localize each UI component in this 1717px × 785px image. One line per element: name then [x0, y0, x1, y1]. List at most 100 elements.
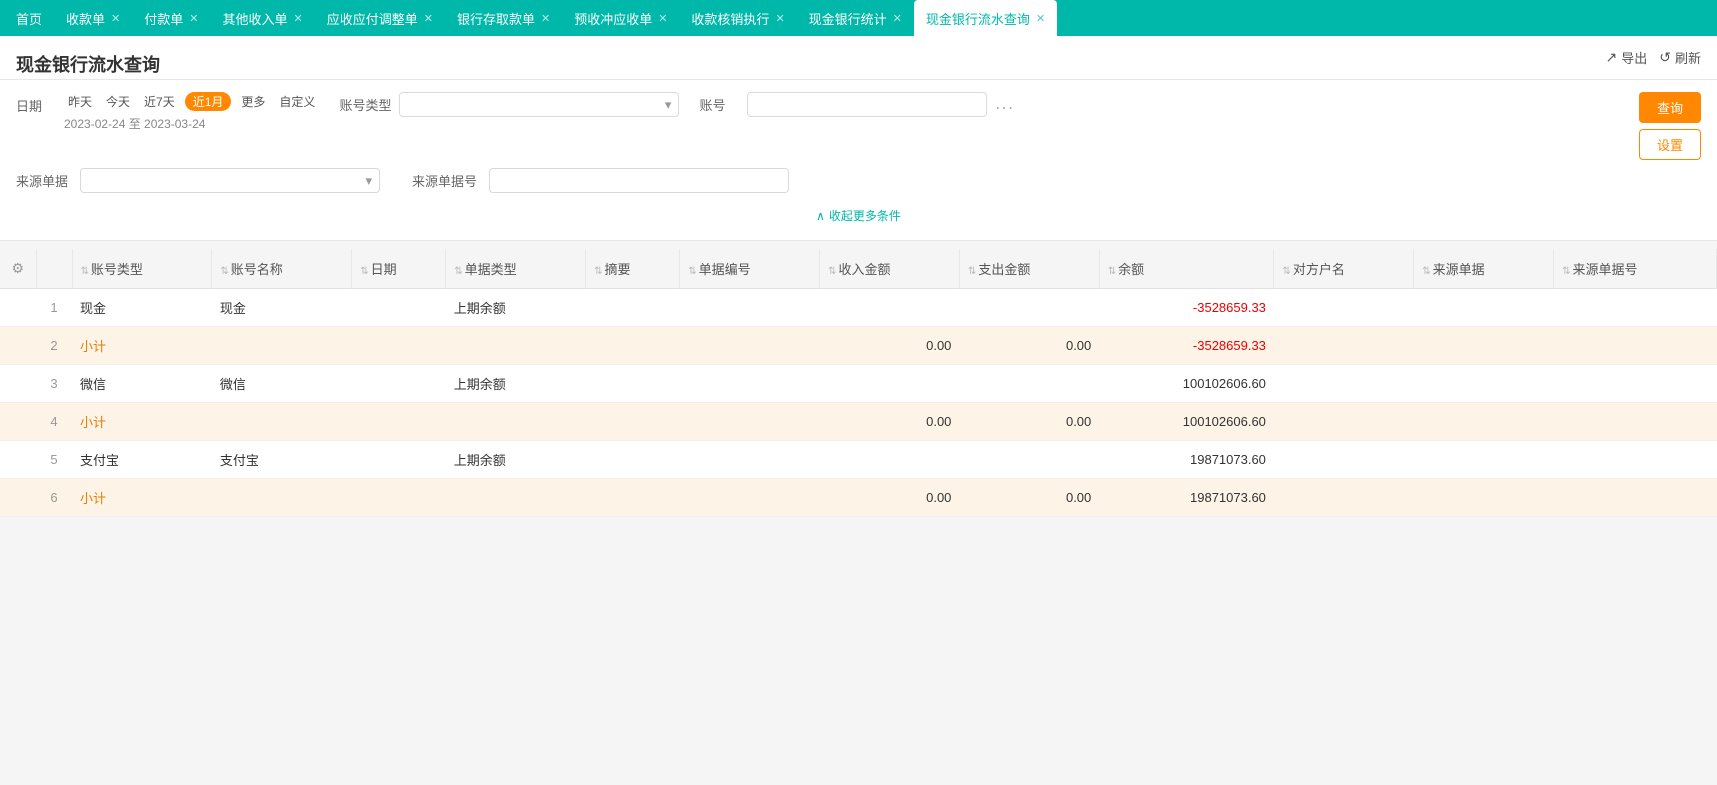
- shortcut-yesterday[interactable]: 昨天: [64, 92, 96, 111]
- date-range: 2023-02-24 至 2023-03-24: [64, 115, 319, 132]
- row-doc-type: [446, 479, 586, 517]
- close-icon[interactable]: ✕: [775, 12, 784, 25]
- col-header-doc-no[interactable]: ⇅单据编号: [680, 249, 820, 289]
- shortcut-today[interactable]: 今天: [102, 92, 134, 111]
- tab-prepaid[interactable]: 预收冲应收单✕: [562, 0, 679, 36]
- close-icon[interactable]: ✕: [111, 12, 120, 25]
- row-counterpart: [1274, 403, 1414, 441]
- close-icon[interactable]: ✕: [1036, 12, 1045, 25]
- col-header-balance[interactable]: ⇅余额: [1099, 249, 1274, 289]
- tab-flow[interactable]: 现金银行流水查询✕: [914, 0, 1057, 36]
- row-income: [820, 289, 960, 327]
- row-balance: 100102606.60: [1099, 403, 1274, 441]
- settings-button[interactable]: 设置: [1639, 129, 1701, 160]
- close-icon[interactable]: ✕: [294, 12, 303, 25]
- row-source-doc: [1414, 365, 1554, 403]
- date-filter-group: 昨天 今天 近7天 近1月 更多 自定义 2023-02-24 至 2023-0…: [64, 92, 319, 132]
- row-counterpart: [1274, 327, 1414, 365]
- row-account-type: 支付宝: [72, 441, 212, 479]
- tab-receipt[interactable]: 收款单✕: [54, 0, 132, 36]
- col-header-date[interactable]: ⇅日期: [352, 249, 446, 289]
- row-account-type: 小计: [72, 403, 212, 441]
- col-header-income[interactable]: ⇅收入金额: [820, 249, 960, 289]
- shortcut-1month[interactable]: 近1月: [185, 92, 232, 111]
- source-doc-select[interactable]: [80, 168, 380, 193]
- col-header-summary[interactable]: ⇅摘要: [586, 249, 680, 289]
- row-income: 0.00: [820, 327, 960, 365]
- account-type-select-wrapper: 现金 微信 支付宝: [399, 92, 679, 117]
- col-header-doc-type[interactable]: ⇅单据类型: [446, 249, 586, 289]
- more-options-dots[interactable]: ...: [995, 96, 1014, 114]
- col-header-source-doc[interactable]: ⇅来源单据: [1414, 249, 1554, 289]
- row-counterpart: [1274, 441, 1414, 479]
- col-header-expense[interactable]: ⇅支出金额: [959, 249, 1099, 289]
- col-header-settings[interactable]: ⚙: [0, 249, 36, 289]
- shortcut-7days[interactable]: 近7天: [140, 92, 179, 111]
- row-num: 2: [36, 327, 72, 365]
- row-account-type: 微信: [72, 365, 212, 403]
- col-header-counterpart[interactable]: ⇅对方户名: [1274, 249, 1414, 289]
- account-type-select[interactable]: 现金 微信 支付宝: [399, 92, 679, 117]
- row-source-doc-no: [1554, 479, 1717, 517]
- nav-home-label: 首页: [16, 9, 42, 28]
- table-row: 5 支付宝 支付宝 上期余额 19871073.60: [0, 441, 1717, 479]
- table-row: 3 微信 微信 上期余额 100102606.60: [0, 365, 1717, 403]
- row-date: [352, 289, 446, 327]
- query-button[interactable]: 查询: [1639, 92, 1701, 123]
- row-num: 5: [36, 441, 72, 479]
- close-icon[interactable]: ✕: [541, 12, 550, 25]
- table-row: 6 小计 0.00 0.00 19871073.60: [0, 479, 1717, 517]
- top-navigation: 首页 收款单✕付款单✕其他收入单✕应收应付调整单✕银行存取款单✕预收冲应收单✕收…: [0, 0, 1717, 36]
- tab-other-income[interactable]: 其他收入单✕: [210, 0, 314, 36]
- shortcut-more[interactable]: 更多: [237, 92, 269, 111]
- gear-icon[interactable]: ⚙: [11, 260, 24, 276]
- tab-stats[interactable]: 现金银行统计✕: [797, 0, 914, 36]
- row-counterpart: [1274, 289, 1414, 327]
- close-icon[interactable]: ✕: [893, 12, 902, 25]
- col-header-source-doc-no[interactable]: ⇅来源单据号: [1554, 249, 1717, 289]
- table-header-row: ⚙ ⇅账号类型 ⇅账号名称 ⇅日期 ⇅单据类型 ⇅摘要 ⇅单据编号 ⇅收入金额 …: [0, 249, 1717, 289]
- export-button[interactable]: ↗ 导出: [1606, 48, 1648, 67]
- close-icon[interactable]: ✕: [658, 12, 667, 25]
- tab-verify[interactable]: 收款核销执行✕: [679, 0, 796, 36]
- tab-payment[interactable]: 付款单✕: [132, 0, 210, 36]
- col-header-account-name[interactable]: ⇅账号名称: [212, 249, 352, 289]
- row-source-doc: [1414, 327, 1554, 365]
- collapse-bar[interactable]: ∧ 收起更多条件: [16, 203, 1701, 228]
- col-header-rownum: [36, 249, 72, 289]
- row-account-name: [212, 479, 352, 517]
- row-balance: -3528659.33: [1099, 327, 1274, 365]
- row-doc-type: [446, 403, 586, 441]
- row-summary: [586, 403, 680, 441]
- row-doc-type: 上期余额: [446, 289, 586, 327]
- page-title: 现金银行流水查询: [16, 51, 160, 77]
- row-doc-no: [680, 403, 820, 441]
- row-doc-no: [680, 327, 820, 365]
- row-date: [352, 403, 446, 441]
- row-balance: 19871073.60: [1099, 441, 1274, 479]
- row-settings-cell: [0, 289, 36, 327]
- row-account-name: 支付宝: [212, 441, 352, 479]
- row-settings-cell: [0, 327, 36, 365]
- data-table-container: ⚙ ⇅账号类型 ⇅账号名称 ⇅日期 ⇅单据类型 ⇅摘要 ⇅单据编号 ⇅收入金额 …: [0, 249, 1717, 517]
- source-doc-no-label: 来源单据号: [412, 171, 477, 190]
- tab-adjust[interactable]: 应收应付调整单✕: [315, 0, 445, 36]
- shortcut-custom[interactable]: 自定义: [275, 92, 319, 111]
- row-summary: [586, 479, 680, 517]
- source-doc-no-input[interactable]: [489, 168, 789, 193]
- row-account-type: 现金: [72, 289, 212, 327]
- row-summary: [586, 365, 680, 403]
- row-counterpart: [1274, 479, 1414, 517]
- refresh-button[interactable]: ↺ 刷新: [1659, 48, 1701, 67]
- filter-row-2: 来源单据 来源单据号: [16, 168, 1701, 193]
- data-table: ⚙ ⇅账号类型 ⇅账号名称 ⇅日期 ⇅单据类型 ⇅摘要 ⇅单据编号 ⇅收入金额 …: [0, 249, 1717, 517]
- close-icon[interactable]: ✕: [189, 12, 198, 25]
- tab-bank-deposit[interactable]: 银行存取款单✕: [445, 0, 562, 36]
- row-date: [352, 479, 446, 517]
- source-doc-select-wrapper: [80, 168, 380, 193]
- close-icon[interactable]: ✕: [424, 12, 433, 25]
- account-input[interactable]: [747, 92, 987, 117]
- filter-area: 日期 昨天 今天 近7天 近1月 更多 自定义 2023-02-24 至 202…: [0, 80, 1717, 241]
- col-header-account-type[interactable]: ⇅账号类型: [72, 249, 212, 289]
- nav-home[interactable]: 首页: [4, 0, 54, 36]
